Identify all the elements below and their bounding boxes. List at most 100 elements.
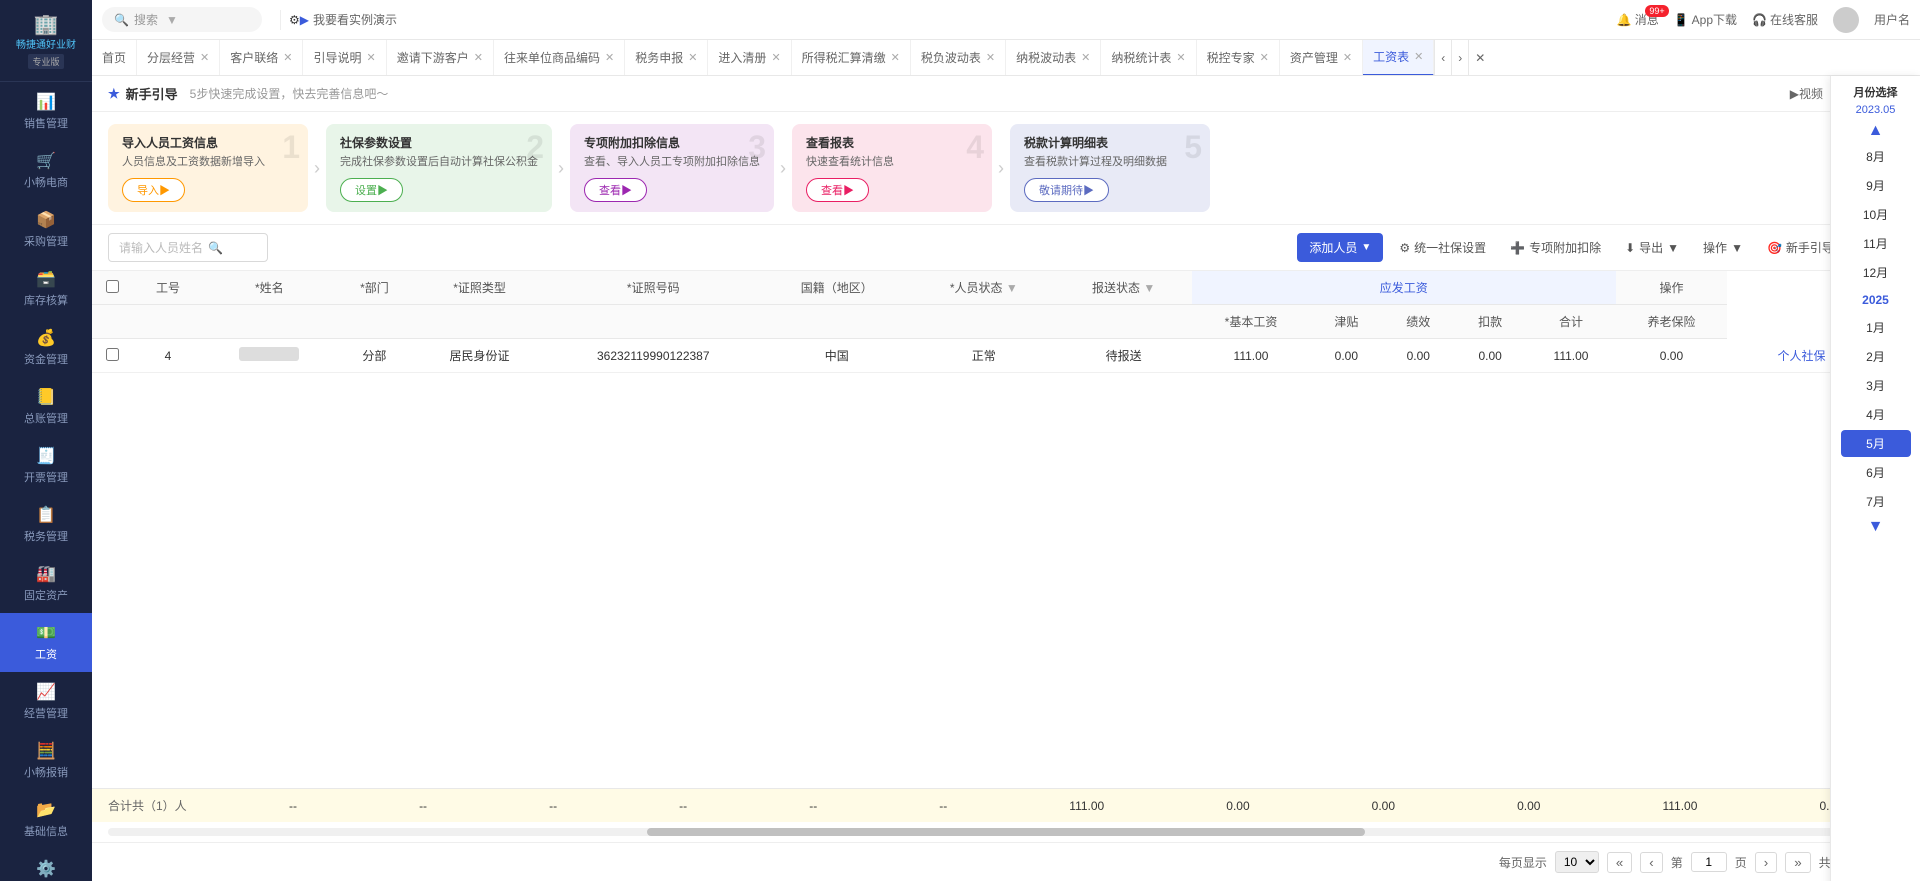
tab-stratified[interactable]: 分层经营 ✕ <box>137 40 220 76</box>
tab-customer[interactable]: 客户联络 ✕ <box>220 40 303 76</box>
top-header: 🔍 搜索 ▼ ⚙ ▶ 我要看实例演示 🔔 消息 99+ 📱 App下载 🎧 在线… <box>92 0 1920 40</box>
tab-payroll[interactable]: 工资表 ✕ <box>1363 40 1434 76</box>
tab-home[interactable]: 首页 <box>92 40 137 76</box>
message-btn[interactable]: 🔔 消息 99+ <box>1617 11 1659 28</box>
tab-close-icon[interactable]: ✕ <box>688 51 697 64</box>
tab-tax-expert[interactable]: 税控专家 ✕ <box>1197 40 1280 76</box>
tab-close-icon[interactable]: ✕ <box>474 51 483 64</box>
sidebar-item-finance[interactable]: 💰 资金管理 <box>0 318 92 377</box>
tab-close-icon[interactable]: ✕ <box>1081 51 1090 64</box>
tab-tax-declare[interactable]: 税务申报 ✕ <box>625 40 708 76</box>
row-checkbox[interactable] <box>106 348 119 361</box>
personal-insurance-link[interactable]: 个人社保 <box>1778 349 1826 363</box>
next-page-btn[interactable]: › <box>1755 852 1777 873</box>
header-search[interactable]: 🔍 搜索 ▼ <box>102 7 262 32</box>
tab-label: 工资表 <box>1373 48 1409 65</box>
last-page-btn[interactable]: » <box>1785 852 1810 873</box>
special-deduction-btn[interactable]: ➕ 专项附加扣除 <box>1502 235 1609 260</box>
app-download-btn[interactable]: 📱 App下载 <box>1674 11 1737 28</box>
month-item-10[interactable]: 10月 <box>1841 201 1911 228</box>
step-pending-btn[interactable]: 敬请期待▶ <box>1024 178 1109 202</box>
sidebar-item-assets[interactable]: 🏭 固定资产 <box>0 554 92 613</box>
month-item-6[interactable]: 6月 <box>1841 459 1911 486</box>
sidebar-item-basic-info[interactable]: 📂 基础信息 <box>0 790 92 849</box>
guide-video-btn[interactable]: ▶ 视频 <box>1790 85 1823 102</box>
sidebar-item-ecommerce[interactable]: 🛒 小畅电商 <box>0 141 92 200</box>
status-filter-icon[interactable]: ▼ <box>1006 281 1018 295</box>
export-btn[interactable]: ⬇ 导出 ▼ <box>1617 235 1687 260</box>
sidebar-item-payroll[interactable]: 💵 工资 <box>0 613 92 672</box>
month-item-11[interactable]: 11月 <box>1841 230 1911 257</box>
employee-search[interactable]: 请输入人员姓名 🔍 <box>108 233 268 262</box>
month-item-1[interactable]: 1月 <box>1841 314 1911 341</box>
tab-close-icon[interactable]: ✕ <box>200 51 209 64</box>
sidebar-item-system[interactable]: ⚙️ 系统管理 <box>0 849 92 881</box>
tab-close-icon[interactable]: ✕ <box>605 51 614 64</box>
month-down-btn[interactable]: ▼ <box>1868 518 1884 536</box>
month-item-8[interactable]: 8月 <box>1841 143 1911 170</box>
month-item-5[interactable]: 5月 <box>1841 430 1911 457</box>
prev-page-btn[interactable]: ‹ <box>1640 852 1662 873</box>
tab-tax-dynamic[interactable]: 纳税波动表 ✕ <box>1006 40 1101 76</box>
month-item-3[interactable]: 3月 <box>1841 372 1911 399</box>
tab-close-icon[interactable]: ✕ <box>1343 51 1352 64</box>
add-employee-btn[interactable]: 添加人员 ▼ <box>1297 233 1383 262</box>
sidebar-item-label: 总账管理 <box>24 410 68 426</box>
tab-income-tax[interactable]: 所得税汇算清缴 ✕ <box>792 40 911 76</box>
tab-invite[interactable]: 邀请下游客户 ✕ <box>387 40 494 76</box>
online-service-btn[interactable]: 🎧 在线客服 <box>1752 11 1818 28</box>
step-settings-btn[interactable]: 设置▶ <box>340 178 403 202</box>
operation-btn[interactable]: 操作 ▼ <box>1695 235 1751 260</box>
tab-close-icon[interactable]: ✕ <box>771 51 780 64</box>
sidebar-item-reimbursement[interactable]: 🧮 小畅报销 <box>0 731 92 790</box>
tab-close-icon[interactable]: ✕ <box>1414 50 1423 63</box>
tab-close-all[interactable]: ✕ <box>1468 40 1491 76</box>
report-filter-icon[interactable]: ▼ <box>1143 281 1155 295</box>
demo-link[interactable]: ▶ 我要看实例演示 <box>300 11 397 28</box>
user-name[interactable]: 用户名 <box>1874 11 1910 28</box>
tab-close-icon[interactable]: ✕ <box>891 51 900 64</box>
month-up-btn[interactable]: ▲ <box>1868 122 1884 140</box>
sidebar-item-ledger[interactable]: 📒 总账管理 <box>0 377 92 436</box>
tab-close-icon[interactable]: ✕ <box>367 51 376 64</box>
settings-btn[interactable]: ⚙ <box>289 13 300 27</box>
footer-deduction: 0.00 <box>1517 799 1540 813</box>
user-avatar[interactable] <box>1833 7 1859 33</box>
horizontal-scrollbar[interactable] <box>108 828 1904 836</box>
tab-guide-desc[interactable]: 引导说明 ✕ <box>303 40 386 76</box>
tab-nav-next[interactable]: › <box>1451 40 1468 76</box>
month-item-4[interactable]: 4月 <box>1841 401 1911 428</box>
tab-clearance[interactable]: 进入清册 ✕ <box>708 40 791 76</box>
month-item-7[interactable]: 7月 <box>1841 488 1911 515</box>
footer-col-0: -- <box>289 799 297 813</box>
tab-tax-stats[interactable]: 纳税统计表 ✕ <box>1101 40 1196 76</box>
name-blurred <box>239 347 299 361</box>
sidebar-item-sales[interactable]: 📊 销售管理 <box>0 82 92 141</box>
page-number-input[interactable] <box>1691 852 1727 872</box>
tab-close-icon[interactable]: ✕ <box>1176 51 1185 64</box>
month-item-9[interactable]: 9月 <box>1841 172 1911 199</box>
th-action-header: 操作 <box>1616 271 1727 305</box>
sidebar-item-operations[interactable]: 📈 经营管理 <box>0 672 92 731</box>
tab-codes[interactable]: 往来单位商品编码 ✕ <box>494 40 625 76</box>
select-all-checkbox[interactable] <box>106 280 119 293</box>
footer-totals: -- -- -- -- -- -- 111.00 0.00 0.00 0.00 … <box>228 799 1904 813</box>
first-page-btn[interactable]: « <box>1607 852 1632 873</box>
step-view-btn-4[interactable]: 查看▶ <box>806 178 869 202</box>
tab-close-icon[interactable]: ✕ <box>283 51 292 64</box>
tab-close-icon[interactable]: ✕ <box>1260 51 1269 64</box>
sidebar-item-inventory[interactable]: 🗃️ 库存核算 <box>0 259 92 318</box>
social-insurance-settings-btn[interactable]: ⚙ 统一社保设置 <box>1391 235 1494 260</box>
month-item-2[interactable]: 2月 <box>1841 343 1911 370</box>
step-view-btn-3[interactable]: 查看▶ <box>584 178 647 202</box>
tab-nav-prev[interactable]: ‹ <box>1434 40 1451 76</box>
sidebar-item-purchase[interactable]: 📦 采购管理 <box>0 200 92 259</box>
month-item-12[interactable]: 12月 <box>1841 259 1911 286</box>
tab-asset-mgmt[interactable]: 资产管理 ✕ <box>1280 40 1363 76</box>
sidebar-item-tax[interactable]: 📋 税务管理 <box>0 495 92 554</box>
page-size-select[interactable]: 10 20 50 <box>1555 851 1599 873</box>
sidebar-item-invoice[interactable]: 🧾 开票管理 <box>0 436 92 495</box>
tab-close-icon[interactable]: ✕ <box>986 51 995 64</box>
tab-tax-burden[interactable]: 税负波动表 ✕ <box>911 40 1006 76</box>
step-import-btn[interactable]: 导入▶ <box>122 178 185 202</box>
